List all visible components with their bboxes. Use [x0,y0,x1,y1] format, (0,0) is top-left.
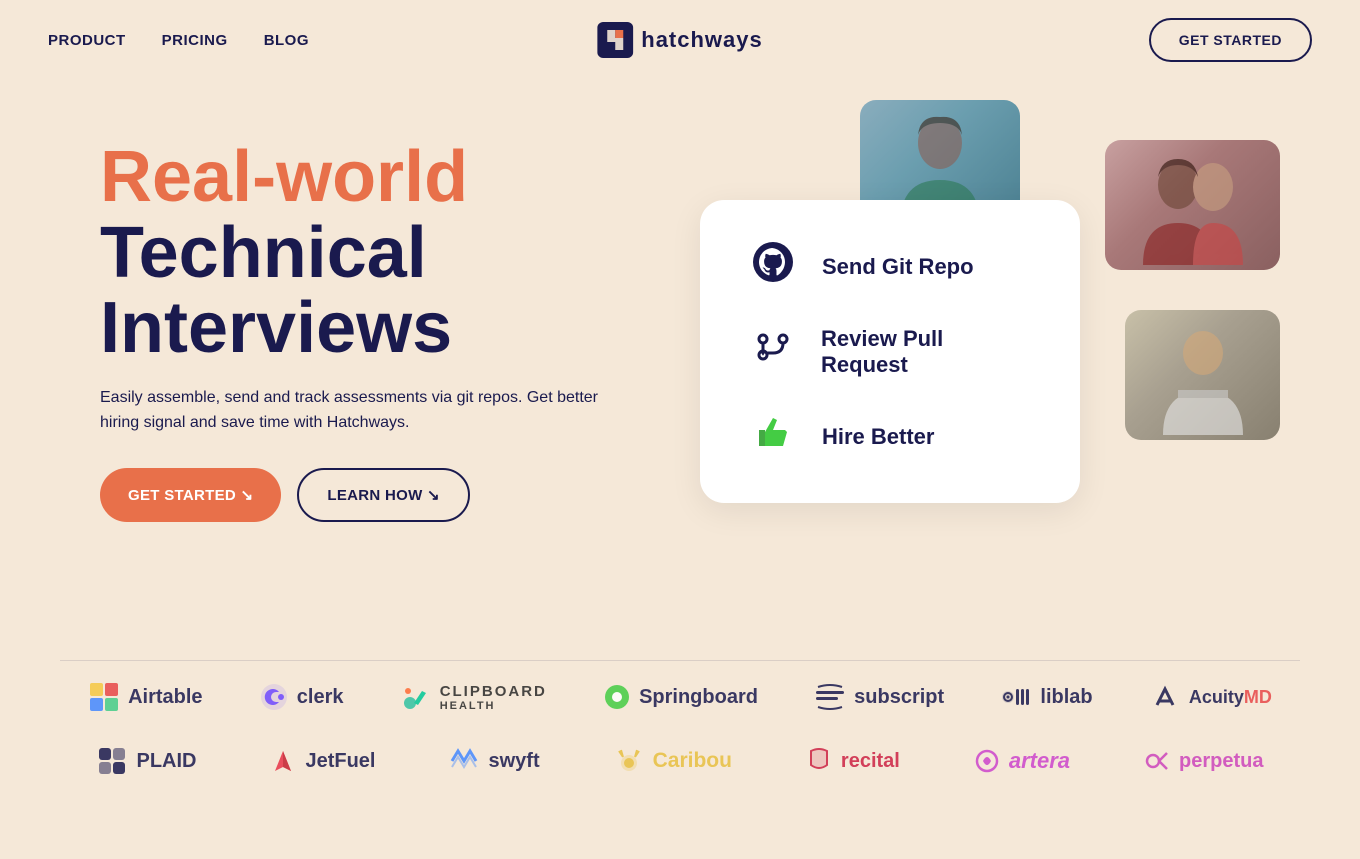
person-image-3 [1148,315,1258,435]
acuity-label: AcuityMD [1189,687,1272,708]
airtable-label: Airtable [128,686,202,709]
recital-icon [805,747,833,775]
logo-airtable: Airtable [88,681,202,713]
acuity-icon [1149,683,1181,711]
hero-title-line2: Technical [100,216,680,292]
logo-clerk: clerk [259,682,344,712]
recital-label: recital [841,750,900,773]
card-item-pr: Review Pull Request [748,325,1032,378]
photo-candidate-3 [1125,310,1280,440]
github-icon [748,240,798,293]
clipboard-label-wrap: CLIPBOARD HEALTH [440,683,547,712]
swyft-icon [448,747,480,775]
logo-springboard: Springboard [603,683,758,711]
plaid-icon [96,745,128,777]
liblab-icon [1000,683,1032,711]
nav-cta-button[interactable]: GET STARTED [1149,18,1312,62]
card-item-git-text: Send Git Repo [822,254,974,280]
springboard-icon [603,683,631,711]
clipboard-icon [400,681,432,713]
logo-caribou: Caribou [613,747,732,775]
airtable-icon [88,681,120,713]
card-item-git: Send Git Repo [748,240,1032,293]
swyft-label: swyft [488,750,539,773]
photo-candidate-2 [1105,140,1280,270]
card-item-hire-text: Hire Better [822,424,934,450]
logo-swyft: swyft [448,747,539,775]
clerk-label: clerk [297,686,344,709]
hero-title-line3: Interviews [100,291,680,367]
hero-learn-how-button[interactable]: LEARN HOW ↘ [297,468,470,522]
nav-blog[interactable]: BLOG [264,32,309,49]
hero-content: Real-world Technical Interviews Easily a… [100,100,680,522]
logo-plaid: PLAID [96,745,196,777]
perpetua-label: perpetua [1179,750,1263,773]
logo-icon [597,22,633,58]
logo-liblab: liblab [1000,683,1092,711]
hero-buttons: GET STARTED ↘ LEARN HOW ↘ [100,468,680,522]
logo-artera: artera [973,747,1070,775]
jetfuel-label: JetFuel [305,750,375,773]
hero-section: Real-world Technical Interviews Easily a… [0,80,1360,660]
card-item-hire: Hire Better [748,410,1032,463]
hero-title-line1: Real-world [100,140,680,216]
artera-icon [973,747,1001,775]
logos-section: Airtable clerk CLIPBOARD HEALTH [0,661,1360,849]
card-item-pr-text: Review Pull Request [821,326,1032,378]
logo[interactable]: hatchways [597,22,763,58]
springboard-label: Springboard [639,686,758,709]
subscript-icon [814,683,846,711]
clipboard-sub-label: HEALTH [440,700,547,712]
logo-subscript: subscript [814,683,944,711]
logo-text: hatchways [641,27,763,53]
logos-row-1: Airtable clerk CLIPBOARD HEALTH [60,681,1300,713]
clipboard-label: CLIPBOARD [440,683,547,700]
logo-acuity: AcuityMD [1149,683,1272,711]
hero-description: Easily assemble, send and track assessme… [100,385,620,436]
logo-jetfuel: JetFuel [269,747,375,775]
nav-pricing[interactable]: PRICING [162,32,228,49]
pull-request-icon [748,325,797,378]
thumbs-up-icon [748,410,798,463]
artera-label: artera [1009,748,1070,774]
hero-get-started-button[interactable]: GET STARTED ↘ [100,468,281,522]
nav-product[interactable]: PRODUCT [48,32,126,49]
logo-clipboard: CLIPBOARD HEALTH [400,681,547,713]
logos-row-2: PLAID JetFuel swyft [60,745,1300,777]
perpetua-icon [1143,747,1171,775]
clerk-icon [259,682,289,712]
liblab-label: liblab [1040,686,1092,709]
jetfuel-icon [269,747,297,775]
feature-card: Send Git Repo Review Pull Request [700,200,1080,503]
person-image-2 [1133,145,1253,265]
logo-recital: recital [805,747,900,775]
logo-perpetua: perpetua [1143,747,1263,775]
plaid-label: PLAID [136,750,196,773]
nav-links: PRODUCT PRICING BLOG [48,32,309,49]
subscript-label: subscript [854,686,944,709]
caribou-label: Caribou [653,749,732,773]
hero-visual: Send Git Repo Review Pull Request [680,100,1280,620]
navigation: PRODUCT PRICING BLOG hatchways GET START… [0,0,1360,80]
caribou-icon [613,747,645,775]
